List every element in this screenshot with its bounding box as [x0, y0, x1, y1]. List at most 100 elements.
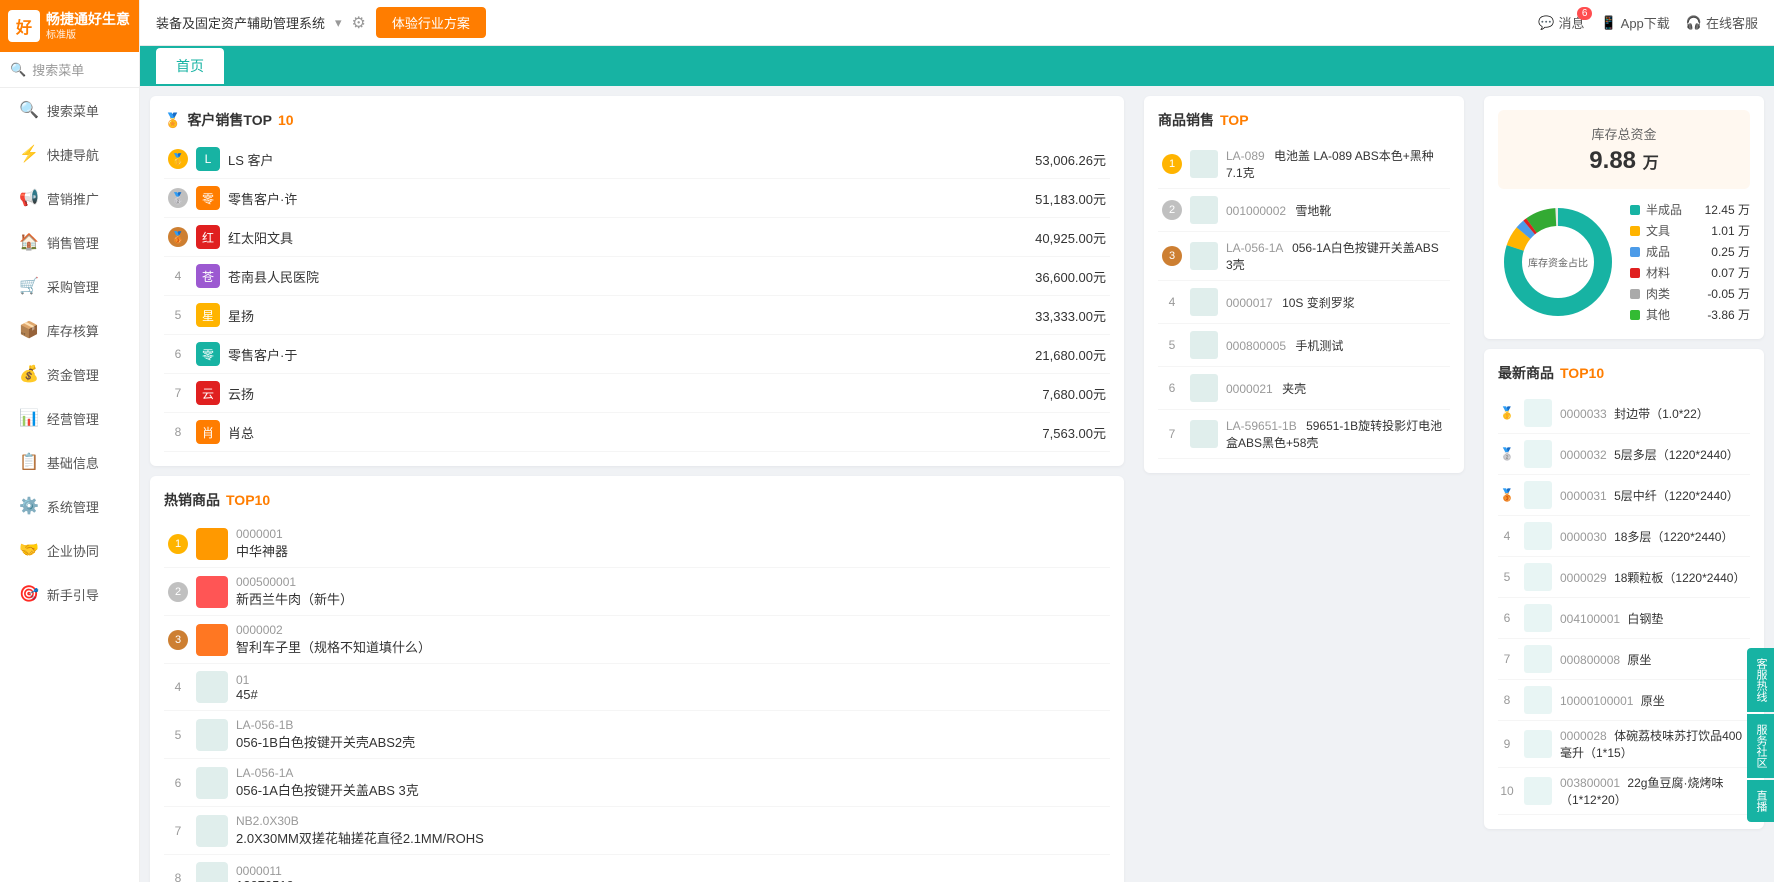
product-rank-right-item: 3 LA-056-1A 056-1A白色按键开关盖ABS 3壳 — [1158, 232, 1450, 281]
sidebar-item-5[interactable]: 📦库存核算 — [0, 308, 139, 352]
message-item[interactable]: 💬 消息 6 — [1538, 13, 1584, 32]
newest-item: 5 0000029 18颗粒板（1220*2440） — [1498, 557, 1750, 598]
rank-avatar: 零 — [196, 186, 220, 210]
rank-amount: 21,680.00元 — [1035, 345, 1106, 364]
product-name: 2.0X30MM双搓花轴搓花直径2.1MM/ROHS — [236, 828, 1106, 847]
nav-tabs: 首页 — [140, 46, 1774, 86]
product-code: 0000002 — [236, 623, 1106, 637]
legend-label: 肉类 — [1646, 285, 1701, 302]
rank-name: 苍南县人民医院 — [228, 267, 1027, 286]
product-rank-right-item: 7 LA-59651-1B 59651-1B旋转投影灯电池盒ABS黑色+58壳 — [1158, 410, 1450, 459]
newest-rank: 10 — [1498, 784, 1516, 798]
sidebar-item-4[interactable]: 🛒采购管理 — [0, 264, 139, 308]
sidebar-logo: 好 畅捷通好生意 标准版 — [0, 0, 139, 52]
newest-name: 原坐 — [1641, 694, 1665, 708]
rank-item: 8 肖 肖总 7,563.00元 — [164, 413, 1110, 452]
newest-info: 003800001 22g鱼豆腐·烧烤味（1*12*20） — [1560, 774, 1750, 808]
sidebar-item-10[interactable]: 🤝企业协同 — [0, 528, 139, 572]
newest-item: 4 0000030 18多层（1220*2440） — [1498, 516, 1750, 557]
rank-avatar: 红 — [196, 225, 220, 249]
sidebar-item-3[interactable]: 🏠销售管理 — [0, 220, 139, 264]
try-button[interactable]: 体验行业方案 — [376, 7, 486, 38]
rank-number: 5 — [168, 308, 188, 322]
product-code: 0000001 — [236, 527, 1106, 541]
sidebar-item-2[interactable]: 📢营销推广 — [0, 176, 139, 220]
rank-amount: 7,563.00元 — [1042, 423, 1106, 442]
sidebar-icon-10: 🤝 — [19, 540, 39, 560]
sidebar-item-8[interactable]: 📋基础信息 — [0, 440, 139, 484]
sidebar-item-6[interactable]: 💰资金管理 — [0, 352, 139, 396]
newest-info: 000800008 原坐 — [1560, 651, 1750, 668]
float-button[interactable]: 客服热线 — [1747, 648, 1774, 712]
phone-icon: 📱 — [1600, 15, 1616, 31]
rank-num: 1 — [1162, 154, 1182, 174]
legend-item: 文具 1.01 万 — [1630, 220, 1750, 241]
app-download-item[interactable]: 📱 App下载 — [1600, 13, 1669, 32]
float-button[interactable]: 服务社区 — [1747, 714, 1774, 778]
product-detail: LA-59651-1B 59651-1B旋转投影灯电池盒ABS黑色+58壳 — [1226, 417, 1446, 451]
newest-thumb — [1524, 399, 1552, 427]
newest-name: 封边带（1.0*22） — [1614, 407, 1709, 421]
sidebar-item-9[interactable]: ⚙️系统管理 — [0, 484, 139, 528]
headset-icon: 🎧 — [1686, 15, 1702, 31]
right-panel: 库存总资金 9.88 万 — [1474, 86, 1774, 882]
legend-value: 0.07 万 — [1711, 264, 1750, 281]
product-thumb — [196, 815, 228, 847]
sidebar-item-1[interactable]: ⚡快捷导航 — [0, 132, 139, 176]
sidebar-item-11[interactable]: 🎯新手引导 — [0, 572, 139, 616]
product-rank-item: 7 NB2.0X30B 2.0X30MM双搓花轴搓花直径2.1MM/ROHS — [164, 807, 1110, 855]
legend-item: 成品 0.25 万 — [1630, 241, 1750, 262]
inventory-legend: 半成品 12.45 万 文具 1.01 万 成品 0.25 万 材料 0.07 … — [1630, 199, 1750, 325]
sidebar-nav: 🔍搜索菜单⚡快捷导航📢营销推广🏠销售管理🛒采购管理📦库存核算💰资金管理📊经营管理… — [0, 88, 139, 882]
legend-dot — [1630, 268, 1640, 278]
service-item[interactable]: 🎧 在线客服 — [1686, 13, 1758, 32]
product-thumb-mid — [1190, 420, 1218, 448]
product-info: 0000002 智利车子里（规格不知道填什么） — [236, 623, 1106, 656]
sidebar-search[interactable]: 🔍 搜索菜单 — [0, 52, 139, 88]
legend-item: 其他 -3.86 万 — [1630, 304, 1750, 325]
sidebar-item-7[interactable]: 📊经营管理 — [0, 396, 139, 440]
legend-item: 半成品 12.45 万 — [1630, 199, 1750, 220]
dropdown-icon[interactable]: ▾ — [335, 15, 342, 31]
newest-info: 10000100001 原坐 — [1560, 692, 1750, 709]
product-thumb-mid — [1190, 331, 1218, 359]
product-rank-list: 1 LA-089 电池盖 LA-089 ABS本色+黑种 7.1克 2 0010… — [1158, 140, 1450, 459]
settings-icon[interactable]: ⚙ — [352, 13, 366, 33]
newest-item: 🥈 0000032 5层多层（1220*2440） — [1498, 434, 1750, 475]
product-rank-right-item: 2 001000002 雪地靴 — [1158, 189, 1450, 232]
rank-number: 7 — [168, 386, 188, 400]
newest-item: 8 10000100001 原坐 — [1498, 680, 1750, 721]
newest-item: 🥉 0000031 5层中纤（1220*2440） — [1498, 475, 1750, 516]
product-thumb — [196, 767, 228, 799]
product-thumb-mid — [1190, 196, 1218, 224]
newest-thumb — [1524, 604, 1552, 632]
product-detail: 001000002 雪地靴 — [1226, 202, 1446, 219]
legend-dot — [1630, 310, 1640, 320]
sidebar-item-0[interactable]: 🔍搜索菜单 — [0, 88, 139, 132]
product-rank-item: 5 LA-056-1B 056-1B白色按键开关壳ABS2壳 — [164, 711, 1110, 759]
rank-item: 🥉 红 红太阳文具 40,925.00元 — [164, 218, 1110, 257]
newest-rank: 9 — [1498, 737, 1516, 751]
inventory-card: 库存总资金 9.88 万 — [1484, 96, 1764, 339]
rank-name: 云扬 — [228, 384, 1034, 403]
rank-num: 7 — [168, 824, 188, 838]
product-code: LA-056-1B — [236, 718, 1106, 732]
rank-num: 7 — [1162, 427, 1182, 441]
rank-amount: 36,600.00元 — [1035, 267, 1106, 286]
newest-thumb — [1524, 686, 1552, 714]
rank-number: 🥉 — [168, 227, 188, 247]
newest-rank: 🥇 — [1498, 406, 1516, 420]
legend-label: 其他 — [1646, 306, 1701, 323]
product-name: 056-1B白色按键开关壳ABS2壳 — [236, 732, 1106, 751]
rank-name: 零售客户·于 — [228, 345, 1027, 364]
product-name-mid: 雪地靴 — [1295, 204, 1331, 218]
newest-item: 7 000800008 原坐 — [1498, 639, 1750, 680]
medal-icon: 🏅 — [164, 112, 181, 129]
rank-name: 零售客户·许 — [228, 189, 1027, 208]
float-panel: 客服热线服务社区直播 — [1747, 648, 1774, 822]
newest-code: 0000029 — [1560, 571, 1607, 585]
donut-section: 库存资金占比 半成品 12.45 万 文具 1.01 万 成品 0.25 万 材… — [1498, 199, 1750, 325]
float-button[interactable]: 直播 — [1747, 780, 1774, 822]
newest-info: 0000032 5层多层（1220*2440） — [1560, 446, 1750, 463]
tab-home[interactable]: 首页 — [156, 48, 224, 84]
